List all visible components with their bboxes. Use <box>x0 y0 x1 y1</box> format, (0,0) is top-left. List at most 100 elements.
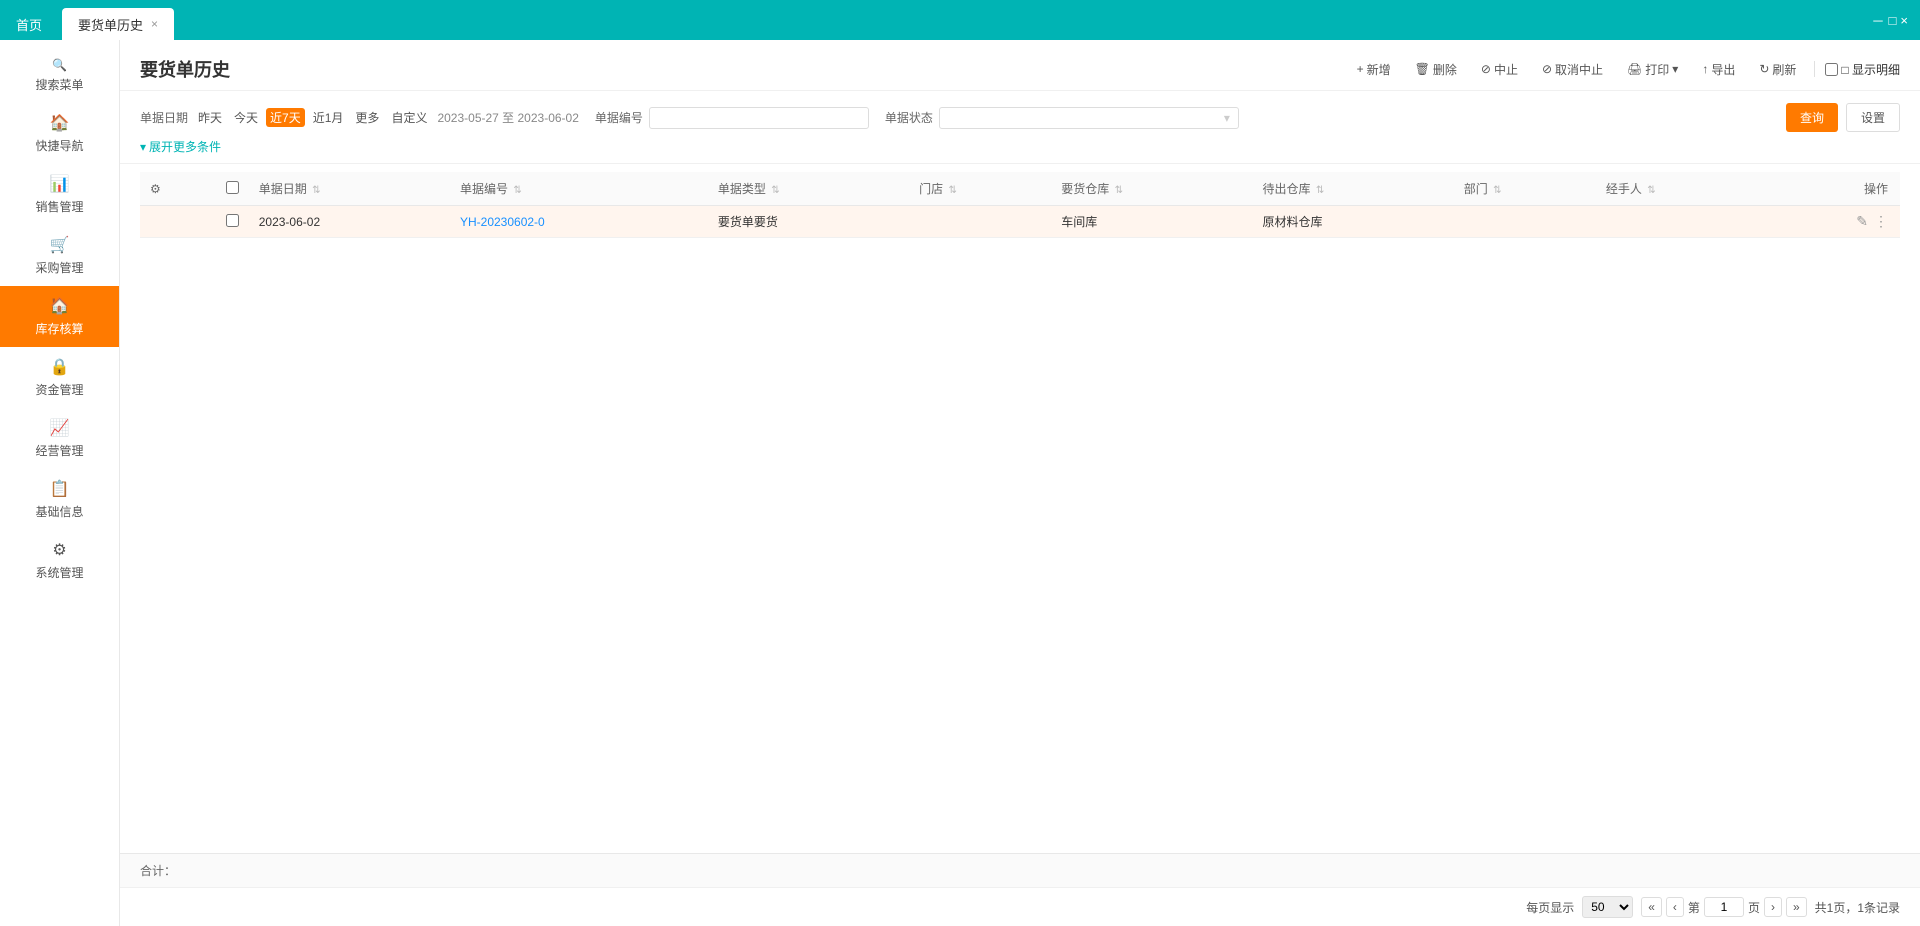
tab-close-icon[interactable]: × <box>151 17 158 31</box>
status-dropdown-icon: ▾ <box>1224 111 1230 125</box>
search-button[interactable]: 查询 <box>1786 103 1838 132</box>
col-pending-warehouse: 待出仓库 ⇅ <box>1253 172 1454 206</box>
col-pending-warehouse-sort[interactable]: ⇅ <box>1316 185 1324 196</box>
bill-no-input[interactable] <box>649 107 869 129</box>
sidebar-item-purchase[interactable]: 🛒 采购管理 <box>0 225 119 286</box>
finance-icon: 🔒 <box>50 357 70 377</box>
refresh-button[interactable]: ↻ 刷新 <box>1751 57 1804 82</box>
export-label: 导出 <box>1711 61 1735 78</box>
close-btn[interactable]: × <box>1900 13 1908 28</box>
delete-button[interactable]: 🗑 删除 <box>1407 57 1465 82</box>
cell-req-warehouse: 车间库 <box>1051 206 1252 238</box>
col-department-sort[interactable]: ⇅ <box>1493 185 1501 196</box>
sidebar-search[interactable]: 🔍 搜索菜单 <box>0 48 119 103</box>
shortcut-7days[interactable]: 近7天 <box>266 108 305 127</box>
col-req-warehouse-sort[interactable]: ⇅ <box>1115 185 1123 196</box>
shortcut-yesterday[interactable]: 昨天 <box>194 108 226 127</box>
settings-button[interactable]: 设置 <box>1846 103 1900 132</box>
page-input[interactable] <box>1704 897 1744 917</box>
sidebar-item-basic-info[interactable]: 📋 基础信息 <box>0 469 119 530</box>
sidebar-item-finance[interactable]: 🔒 资金管理 <box>0 347 119 408</box>
page-size-select[interactable]: 50 100 200 <box>1582 896 1633 918</box>
last-page-btn[interactable]: » <box>1786 897 1807 917</box>
date-range-display: 2023-05-27 至 2023-06-02 <box>437 109 578 126</box>
col-store-sort[interactable]: ⇅ <box>948 185 956 196</box>
shortcut-1month[interactable]: 近1月 <box>309 108 348 127</box>
search-button-label: 查询 <box>1800 109 1824 126</box>
tab-home-label: 首页 <box>16 15 42 34</box>
cell-handler <box>1596 206 1768 238</box>
minimize-btn[interactable]: － <box>1872 11 1885 30</box>
col-bill-no: 单据编号 ⇅ <box>450 172 708 206</box>
next-page-btn[interactable]: › <box>1764 897 1782 917</box>
col-settings[interactable]: ⚙ <box>140 172 216 206</box>
print-dropdown-icon: ▾ <box>1672 62 1678 76</box>
bill-no-label: 单据编号 <box>595 109 643 126</box>
sidebar-item-sales-label: 销售管理 <box>35 198 83 215</box>
action-divider <box>1814 61 1815 77</box>
pagination: 每页显示 50 100 200 « ‹ 第 页 › » 共1页，1条记录 <box>120 887 1920 926</box>
table-head: ⚙ 单据日期 ⇅ 单据编号 ⇅ 单据类型 <box>140 172 1900 206</box>
print-button[interactable]: 🖨 打印 ▾ <box>1619 57 1686 82</box>
cell-settings <box>140 206 216 238</box>
export-button[interactable]: ↑ 导出 <box>1694 57 1743 82</box>
shortcut-custom[interactable]: 自定义 <box>387 108 431 127</box>
prev-page-btn[interactable]: ‹ <box>1666 897 1684 917</box>
status-select[interactable]: ▾ <box>939 107 1239 129</box>
sidebar-item-quick-nav[interactable]: 🏠 快捷导航 <box>0 103 119 164</box>
col-bill-type: 单据类型 ⇅ <box>708 172 909 206</box>
cancel-stop-icon: ⊘ <box>1542 62 1552 76</box>
sidebar-item-basic-info-label: 基础信息 <box>35 503 83 520</box>
cell-bill-type: 要货单要货 <box>708 206 909 238</box>
inventory-icon: 🏠 <box>50 296 70 316</box>
filter-row: 单据日期 昨天 今天 近7天 近1月 更多 自定义 2023-05-27 至 2… <box>140 103 1900 132</box>
stop-button[interactable]: ⊘ 中止 <box>1473 57 1526 82</box>
cancel-stop-label: 取消中止 <box>1555 61 1603 78</box>
sidebar-item-inventory[interactable]: 🏠 库存核算 <box>0 286 119 347</box>
sidebar-item-operations-label: 经营管理 <box>35 442 83 459</box>
maximize-btn[interactable]: □ <box>1889 13 1897 28</box>
date-filter-label: 单据日期 <box>140 109 188 126</box>
col-handler-label: 经手人 <box>1606 182 1642 196</box>
table-row: 2023-06-02 YH-20230602-0 要货单要货 车间库 原材料仓库… <box>140 206 1900 238</box>
cell-store <box>909 206 1051 238</box>
col-handler-sort[interactable]: ⇅ <box>1647 185 1655 196</box>
sidebar-item-operations[interactable]: 📈 经营管理 <box>0 408 119 469</box>
action-buttons: 查询 设置 <box>1786 103 1900 132</box>
col-date-sort[interactable]: ⇅ <box>312 185 320 196</box>
row-checkbox[interactable] <box>226 214 239 227</box>
bill-no-link[interactable]: YH-20230602-0 <box>460 215 545 229</box>
sidebar-item-sales[interactable]: 📊 销售管理 <box>0 164 119 225</box>
table-footer: 合计： <box>120 853 1920 887</box>
refresh-label: 刷新 <box>1772 61 1796 78</box>
sidebar: 🔍 搜索菜单 🏠 快捷导航 📊 销售管理 🛒 采购管理 🏠 库存核算 🔒 资金管… <box>0 40 120 926</box>
display-detail-check[interactable] <box>1825 63 1838 76</box>
add-button[interactable]: + 新增 <box>1349 57 1399 82</box>
expand-filter-icon: ▾ <box>140 140 146 154</box>
tab-home[interactable]: 首页 <box>0 8 58 40</box>
col-bill-type-sort[interactable]: ⇅ <box>771 185 779 196</box>
status-label: 单据状态 <box>885 109 933 126</box>
date-shortcuts: 昨天 今天 近7天 近1月 更多 自定义 <box>194 108 431 127</box>
table-area: ⚙ 单据日期 ⇅ 单据编号 ⇅ 单据类型 <box>120 164 1920 853</box>
bill-no-filter: 单据编号 <box>595 107 869 129</box>
sales-icon: 📊 <box>50 174 70 194</box>
shortcut-today[interactable]: 今天 <box>230 108 262 127</box>
edit-icon[interactable]: ✎ <box>1856 213 1868 230</box>
shortcut-more[interactable]: 更多 <box>351 108 383 127</box>
first-page-btn[interactable]: « <box>1641 897 1662 917</box>
stop-label: 中止 <box>1494 61 1518 78</box>
display-detail-label: □ 显示明细 <box>1841 61 1900 78</box>
operations-icon: 📈 <box>50 418 70 438</box>
cancel-stop-button[interactable]: ⊘ 取消中止 <box>1534 57 1611 82</box>
sum-label: 合计： <box>140 864 176 878</box>
col-req-warehouse: 要货仓库 ⇅ <box>1051 172 1252 206</box>
display-detail-checkbox[interactable]: □ 显示明细 <box>1825 61 1900 78</box>
col-bill-no-sort[interactable]: ⇅ <box>513 185 521 196</box>
expand-filter-button[interactable]: ▾ 展开更多条件 <box>140 138 1900 155</box>
select-all-checkbox[interactable] <box>226 181 239 194</box>
tab-history[interactable]: 要货单历史 × <box>62 8 174 40</box>
sidebar-item-system[interactable]: ⚙ 系统管理 <box>0 530 119 591</box>
print-label: 打印 <box>1645 61 1669 78</box>
delete-row-icon[interactable]: ⋮ <box>1874 213 1888 230</box>
